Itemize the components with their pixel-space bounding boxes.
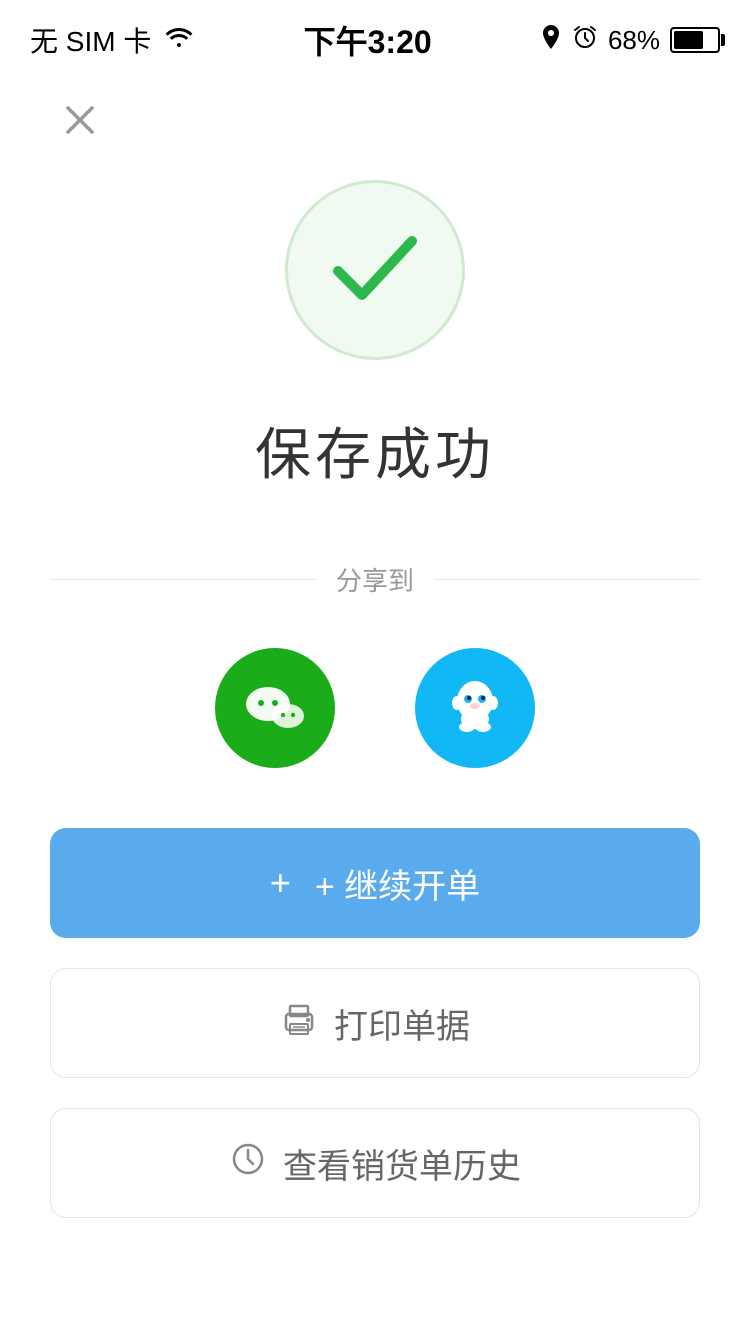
- wechat-share-button[interactable]: [215, 648, 335, 768]
- success-title: 保存成功: [255, 410, 495, 491]
- print-receipt-button[interactable]: 打印单据: [50, 968, 700, 1078]
- main-content: 保存成功 分享到: [0, 80, 750, 1218]
- action-buttons: + + 继续开单 打印单据: [0, 828, 750, 1218]
- qq-share-button[interactable]: [415, 648, 535, 768]
- location-icon: [540, 24, 562, 57]
- alarm-icon: [572, 24, 598, 57]
- battery-icon: [670, 27, 720, 53]
- divider-line-right: [434, 579, 700, 580]
- wifi-icon: [163, 24, 195, 56]
- carrier-text: 无 SIM 卡: [30, 20, 151, 60]
- status-left: 无 SIM 卡: [30, 20, 195, 60]
- checkmark-icon: [330, 233, 420, 308]
- continue-order-button[interactable]: + + 继续开单: [50, 828, 700, 938]
- history-label: 查看销货单历史: [283, 1139, 521, 1188]
- qq-icon: [443, 673, 508, 743]
- share-section: 分享到: [0, 561, 750, 768]
- continue-order-label: + 继续开单: [315, 859, 480, 908]
- close-button[interactable]: [50, 90, 110, 150]
- printer-icon: [280, 1000, 318, 1047]
- success-circle: [285, 180, 465, 360]
- time-display: 下午3:20: [304, 17, 432, 63]
- history-icon: [229, 1140, 267, 1187]
- divider-line-left: [50, 579, 316, 580]
- continue-plus-icon: +: [270, 862, 291, 904]
- battery-percent: 68%: [608, 25, 660, 56]
- status-right: 68%: [540, 24, 720, 57]
- view-history-button[interactable]: 查看销货单历史: [50, 1108, 700, 1218]
- share-icons: [50, 648, 700, 768]
- status-bar: 无 SIM 卡 下午3:20 68%: [0, 0, 750, 80]
- share-label: 分享到: [336, 561, 414, 598]
- share-divider: 分享到: [50, 561, 700, 598]
- print-label: 打印单据: [334, 999, 470, 1048]
- wechat-icon: [240, 678, 310, 738]
